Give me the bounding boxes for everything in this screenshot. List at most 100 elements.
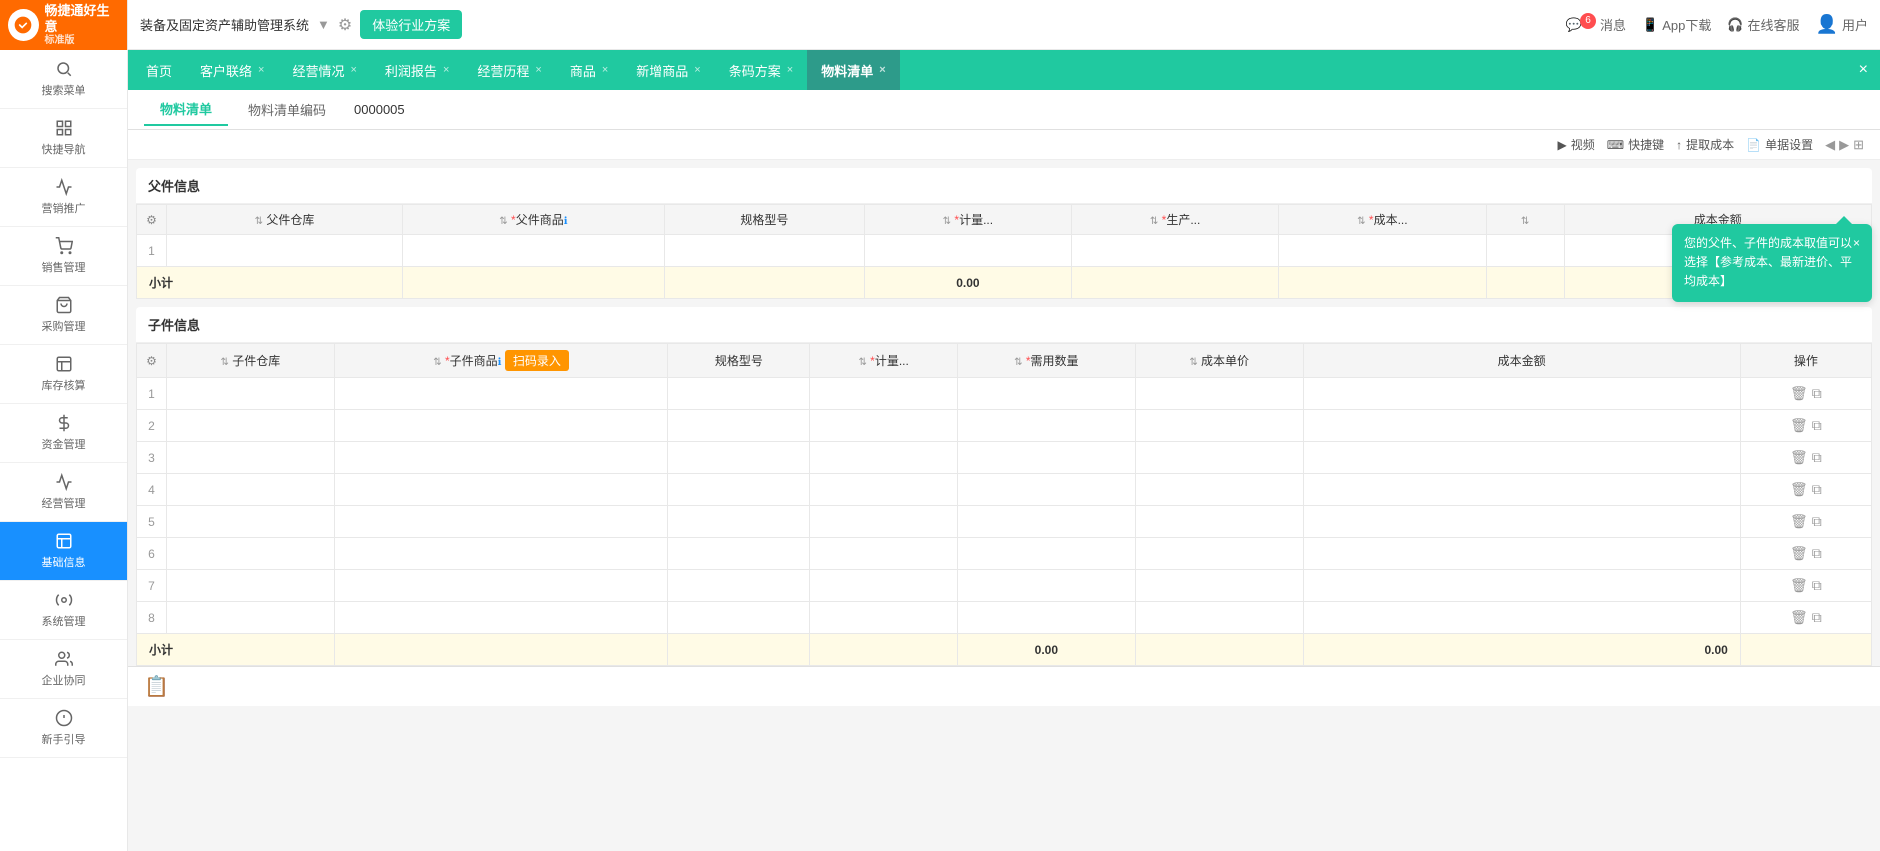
parent-cost-cell[interactable] [1279,235,1486,267]
child-qty-cell[interactable] [957,410,1135,442]
copy-icon[interactable]: ⧉ [1812,609,1822,626]
delete-icon[interactable]: 🗑 [1790,385,1808,402]
child-row-7: 7 🗑⧉ [137,570,1872,602]
system-title: 装备及固定资产辅助管理系统 [140,15,309,34]
child-unit-cost-cell[interactable] [1135,410,1303,442]
sidebar-item-quick-nav[interactable]: 快捷导航 [0,109,127,168]
sidebar-item-purchase[interactable]: 采购管理 [0,286,127,345]
tooltip-close-btn[interactable]: × [1853,234,1860,253]
sub-tab-bom-code[interactable]: 物料清单编码 [232,94,342,125]
sidebar-item-finance[interactable]: 资金管理 [0,404,127,463]
tab-bom[interactable]: 物料清单× [807,50,899,90]
th-production: ⇅ *生产... [1072,205,1279,235]
child-warehouse-cell[interactable] [167,410,335,442]
delete-icon[interactable]: 🗑 [1790,545,1808,562]
settings-icon[interactable]: ⚙ [338,15,352,35]
gear-icon[interactable]: ⚙ [146,213,157,227]
dropdown-arrow-icon[interactable]: ▼ [317,17,330,32]
copy-icon[interactable]: ⧉ [1812,577,1822,594]
child-spec-cell[interactable] [668,410,810,442]
prev-page-btn[interactable]: ◀ [1825,137,1835,153]
tab-barcode[interactable]: 条码方案× [715,50,807,90]
sidebar-item-inventory[interactable]: 库存核算 [0,345,127,404]
parent-goods-cell[interactable] [402,235,664,267]
copy-icon[interactable]: ⧉ [1812,545,1822,562]
extract-cost-btn[interactable]: ↑ 提取成本 [1676,136,1734,153]
child-qty-cell[interactable] [957,378,1135,410]
sub-tab-bom-list[interactable]: 物料清单 [144,93,228,126]
sidebar-item-basic-info[interactable]: 基础信息 [0,522,127,581]
user-icon: 👤 [1816,14,1838,35]
child-warehouse-cell[interactable] [167,378,335,410]
th-settings[interactable]: ⚙ [137,205,167,235]
sidebar-item-operations[interactable]: 经营管理 [0,463,127,522]
gear-icon[interactable]: ⚙ [146,354,157,368]
delete-icon[interactable]: 🗑 [1790,513,1808,530]
app-download-btn[interactable]: 📱 App下载 [1642,15,1711,34]
sidebar-item-system[interactable]: 系统管理 [0,581,127,640]
sidebar-item-search[interactable]: 搜索菜单 [0,50,127,109]
child-subtotal-label: 小计 [137,634,335,666]
sidebar: 畅捷通好生意 标准版 搜索菜单 快捷导航 营销推广 销售管理 采购管理 库存核算… [0,0,128,851]
parent-table-container: ⚙ ⇅ 父件仓库 ⇅ *父件商品ℹ 规格型号 ⇅ *计量... ⇅ *生产...… [136,204,1872,299]
tab-close-icon[interactable]: × [350,64,356,76]
view-btn[interactable]: ▶ 视频 [1558,136,1595,153]
tab-operations[interactable]: 经营情况× [278,50,370,90]
child-row-3: 3 🗑⧉ [137,442,1872,474]
parent-spec-cell[interactable] [664,235,864,267]
tab-customer[interactable]: 客户联络× [186,50,278,90]
sidebar-item-sales[interactable]: 销售管理 [0,227,127,286]
message-btn[interactable]: 💬 6 消息 [1566,15,1626,34]
bottom-icon[interactable]: 📋 [144,674,169,699]
child-row-6: 6 🗑⧉ [137,538,1872,570]
next-page-btn[interactable]: ▶ [1839,137,1849,153]
expand-icon[interactable]: ⊞ [1853,137,1864,153]
delete-icon[interactable]: 🗑 [1790,577,1808,594]
tab-close-icon[interactable]: × [535,64,541,76]
sidebar-item-marketing[interactable]: 营销推广 [0,168,127,227]
tab-close-icon[interactable]: × [694,64,700,76]
online-service-btn[interactable]: 🎧 在线客服 [1727,15,1799,34]
tab-close-icon[interactable]: × [443,64,449,76]
copy-icon[interactable]: ⧉ [1812,449,1822,466]
copy-icon[interactable]: ⧉ [1812,385,1822,402]
delete-icon[interactable]: 🗑 [1790,417,1808,434]
copy-icon[interactable]: ⧉ [1812,417,1822,434]
child-unit-cost-cell[interactable] [1135,378,1303,410]
parent-production-cell[interactable] [1072,235,1279,267]
tab-goods[interactable]: 商品× [556,50,622,90]
tab-close-icon[interactable]: × [258,64,264,76]
delete-icon[interactable]: 🗑 [1790,449,1808,466]
copy-icon[interactable]: ⧉ [1812,481,1822,498]
child-unit-cell[interactable] [810,410,957,442]
tab-history[interactable]: 经营历程× [463,50,555,90]
tab-profit[interactable]: 利润报告× [371,50,463,90]
experience-btn[interactable]: 体验行业方案 [360,10,462,39]
tab-add-goods[interactable]: 新增商品× [622,50,714,90]
scan-input-btn[interactable]: 扫码录入 [505,350,569,371]
shortcut-btn[interactable]: ⌨ 快捷键 [1607,136,1664,153]
child-spec-cell[interactable] [668,378,810,410]
copy-icon[interactable]: ⧉ [1812,513,1822,530]
child-row-num: 8 [137,602,167,634]
sidebar-item-guide[interactable]: 新手引导 [0,699,127,758]
parent-unit-cell[interactable] [864,235,1071,267]
parent-warehouse-cell[interactable] [167,235,403,267]
delete-icon[interactable]: 🗑 [1790,481,1808,498]
tab-close-icon[interactable]: × [602,64,608,76]
child-table: ⚙ ⇅ 子件仓库 ⇅ *子件商品ℹ 扫码录入 规格型号 ⇅ *计量... ⇅ *… [136,343,1872,666]
tab-close-icon[interactable]: × [879,64,885,76]
sidebar-item-enterprise[interactable]: 企业协同 [0,640,127,699]
close-all-tabs-btn[interactable]: × [1851,61,1876,79]
logo-icon [8,9,39,41]
delete-icon[interactable]: 🗑 [1790,609,1808,626]
child-unit-cell[interactable] [810,378,957,410]
user-btn[interactable]: 👤 用户 [1816,14,1868,35]
tab-home[interactable]: 首页 [132,50,186,90]
tab-close-icon[interactable]: × [787,64,793,76]
th-child-settings[interactable]: ⚙ [137,344,167,378]
child-action-cell: 🗑⧉ [1740,410,1871,442]
child-goods-cell[interactable] [334,378,668,410]
child-goods-cell[interactable] [334,410,668,442]
single-settings-btn[interactable]: 📄 单据设置 [1746,136,1813,153]
